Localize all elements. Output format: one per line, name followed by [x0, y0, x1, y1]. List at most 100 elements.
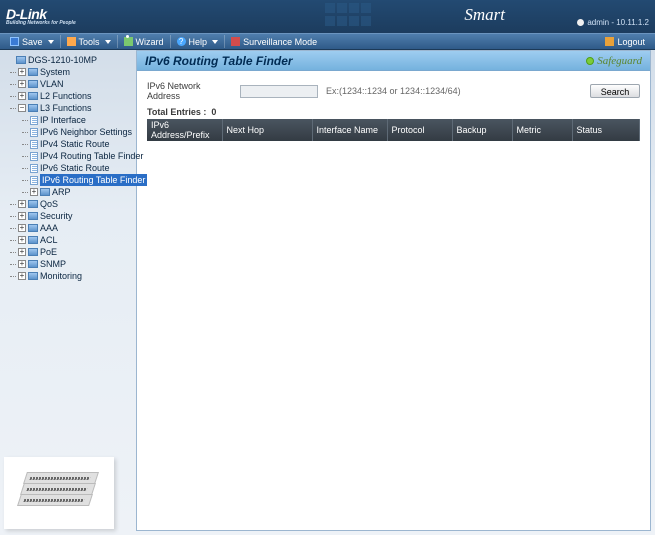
- folder-icon: [28, 104, 38, 112]
- switch-icon: [17, 494, 93, 506]
- tree-label: SNMP: [40, 258, 66, 270]
- col-interface: Interface Name: [312, 119, 387, 141]
- folder-icon: [28, 92, 38, 100]
- tree-security[interactable]: +Security: [18, 210, 132, 222]
- save-icon: [10, 37, 19, 46]
- brand-logo: D-Link Building Networks for People: [6, 7, 76, 26]
- user-info: admin - 10.11.1.2: [577, 18, 649, 27]
- logout-button[interactable]: Logout: [599, 34, 651, 49]
- brand-tagline: Building Networks for People: [6, 21, 76, 26]
- total-label: Total Entries :: [147, 107, 206, 117]
- folder-icon: [28, 80, 38, 88]
- tree-ipv6-rtf[interactable]: IPv6 Routing Table Finder: [30, 174, 132, 186]
- wizard-icon: [124, 37, 133, 46]
- help-icon: ?: [177, 37, 186, 46]
- tree-label: IPv6 Routing Table Finder: [40, 174, 147, 186]
- tree-arp[interactable]: +ARP: [30, 186, 132, 198]
- tree-label: Monitoring: [40, 270, 82, 282]
- caret-icon: [48, 40, 54, 44]
- user-icon: [577, 19, 584, 26]
- tree-label: System: [40, 66, 70, 78]
- logout-icon: [605, 37, 614, 46]
- tree-ipv4-rtf[interactable]: IPv4 Routing Table Finder: [30, 150, 132, 162]
- tree-device[interactable]: DGS-1210-10MP: [6, 54, 132, 66]
- tree-l2[interactable]: +L2 Functions: [18, 90, 132, 102]
- help-menu[interactable]: ? Help: [171, 34, 225, 49]
- safeguard-icon: [586, 57, 594, 65]
- series-label: Smart: [464, 5, 505, 25]
- save-label: Save: [22, 37, 43, 47]
- ipv6-address-input[interactable]: [240, 85, 318, 98]
- search-button[interactable]: Search: [590, 84, 640, 98]
- content-panel: IPv6 Routing Table Finder Safeguard IPv6…: [136, 50, 651, 531]
- tree-label: IP Interface: [40, 114, 86, 126]
- caret-icon: [105, 40, 111, 44]
- col-metric: Metric: [512, 119, 572, 141]
- folder-icon: [28, 272, 38, 280]
- wizard-label: Wizard: [136, 37, 164, 47]
- tree-ipv4-static[interactable]: IPv4 Static Route: [30, 138, 132, 150]
- safeguard-badge: Safeguard: [586, 55, 642, 67]
- tree-poe[interactable]: +PoE: [18, 246, 132, 258]
- wizard-button[interactable]: Wizard: [118, 34, 170, 49]
- total-entries: Total Entries : 0: [147, 107, 640, 117]
- tree-label: AAA: [40, 222, 58, 234]
- panel-title: IPv6 Routing Table Finder: [145, 54, 293, 68]
- help-label: Help: [189, 37, 208, 47]
- page-icon: [30, 140, 38, 149]
- folder-icon: [28, 200, 38, 208]
- caret-icon: [212, 40, 218, 44]
- brand-name: D-Link: [6, 7, 76, 21]
- tools-label: Tools: [79, 37, 100, 47]
- page-icon: [30, 152, 38, 161]
- tree-label: VLAN: [40, 78, 64, 90]
- surveillance-button[interactable]: Surveillance Mode: [225, 34, 323, 49]
- tree-label: Security: [40, 210, 73, 222]
- tree-label: IPv4 Routing Table Finder: [40, 150, 143, 162]
- tree-ipv6-neighbor[interactable]: IPv6 Neighbor Settings: [30, 126, 132, 138]
- page-icon: [30, 116, 38, 125]
- tree-snmp[interactable]: +SNMP: [18, 258, 132, 270]
- col-address: IPv6 Address/Prefix: [147, 119, 222, 141]
- total-value: 0: [211, 107, 216, 117]
- ipv6-address-label: IPv6 Network Address: [147, 81, 232, 101]
- tree-vlan[interactable]: +VLAN: [18, 78, 132, 90]
- panel-title-bar: IPv6 Routing Table Finder Safeguard: [137, 51, 650, 71]
- folder-icon: [28, 224, 38, 232]
- tree-aaa[interactable]: +AAA: [18, 222, 132, 234]
- page-icon: [30, 128, 38, 137]
- tree-ipv6-static[interactable]: IPv6 Static Route: [30, 162, 132, 174]
- tree-system[interactable]: +System: [18, 66, 132, 78]
- tree-label: QoS: [40, 198, 58, 210]
- device-image: [4, 457, 114, 529]
- tree-ip-interface[interactable]: IP Interface: [30, 114, 132, 126]
- surveillance-icon: [231, 37, 240, 46]
- tree-label: IPv4 Static Route: [40, 138, 110, 150]
- folder-icon: [28, 212, 38, 220]
- save-menu[interactable]: Save: [4, 34, 60, 49]
- tree-monitoring[interactable]: +Monitoring: [18, 270, 132, 282]
- tree-label: IPv6 Neighbor Settings: [40, 126, 132, 138]
- surveillance-label: Surveillance Mode: [243, 37, 317, 47]
- safeguard-label: Safeguard: [597, 55, 642, 67]
- folder-icon: [40, 188, 50, 196]
- tools-menu[interactable]: Tools: [61, 34, 117, 49]
- tree-label: ACL: [40, 234, 58, 246]
- port-graphic-icon: [325, 3, 435, 29]
- table-header-row: IPv6 Address/Prefix Next Hop Interface N…: [147, 119, 640, 141]
- header-bar: D-Link Building Networks for People Smar…: [0, 0, 655, 33]
- page-icon: [30, 176, 38, 185]
- page-icon: [30, 164, 38, 173]
- tree-label: ARP: [52, 186, 71, 198]
- tree-acl[interactable]: +ACL: [18, 234, 132, 246]
- header-graphic: Smart: [325, 0, 505, 33]
- nav-tree: DGS-1210-10MP +System +VLAN +L2 Function…: [4, 50, 132, 531]
- tree-qos[interactable]: +QoS: [18, 198, 132, 210]
- tools-icon: [67, 37, 76, 46]
- folder-icon: [28, 236, 38, 244]
- tree-l3[interactable]: −L3 Functions: [18, 102, 132, 114]
- col-protocol: Protocol: [387, 119, 452, 141]
- tree-label: PoE: [40, 246, 57, 258]
- folder-icon: [16, 56, 26, 64]
- tree-label: IPv6 Static Route: [40, 162, 110, 174]
